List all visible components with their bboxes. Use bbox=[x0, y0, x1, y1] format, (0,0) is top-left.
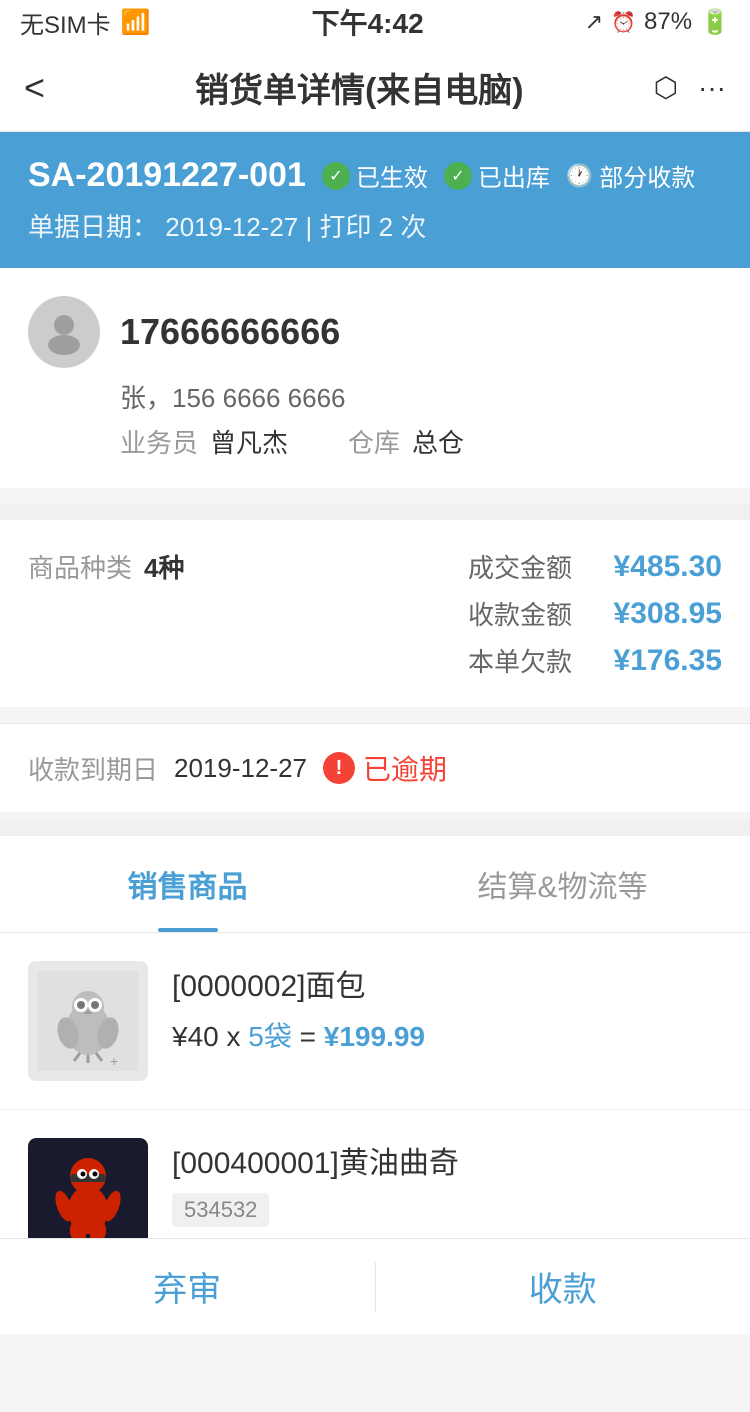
wifi-icon: 📶 bbox=[121, 8, 151, 37]
check-icon-1: ✓ bbox=[322, 162, 350, 190]
table-row: + [0000002]面包 ¥40 x 5袋 = ¥199.99 bbox=[0, 933, 750, 1110]
more-button[interactable]: ··· bbox=[698, 72, 726, 104]
alarm-icon: ⏰ bbox=[611, 10, 636, 35]
order-date-info: 单据日期： 2019-12-27 | 打印 2 次 bbox=[28, 207, 722, 244]
summary-section: 商品种类 4种 成交金额 ¥485.30 收款金额 ¥308.95 本单欠款 ¥… bbox=[0, 520, 750, 707]
product-total-1: ¥199.99 bbox=[324, 1021, 425, 1052]
product-image-1: + bbox=[28, 961, 148, 1081]
summary-right: 成交金额 ¥485.30 收款金额 ¥308.95 本单欠款 ¥176.35 bbox=[468, 548, 722, 679]
nav-actions: ⬡ ··· bbox=[654, 71, 726, 104]
divider-3 bbox=[0, 820, 750, 836]
summary-row: 商品种类 4种 成交金额 ¥485.30 收款金额 ¥308.95 本单欠款 ¥… bbox=[28, 548, 722, 679]
status-time: 下午4:42 bbox=[312, 2, 424, 42]
product-name-1: [0000002]面包 bbox=[172, 961, 722, 1005]
nav-bar: < 销货单详情(来自电脑) ⬡ ··· bbox=[0, 44, 750, 132]
product-name-2: [000400001]黄油曲奇 bbox=[172, 1138, 722, 1182]
tab-settlement[interactable]: 结算&物流等 bbox=[375, 836, 750, 932]
battery-icon: 🔋 bbox=[700, 8, 730, 37]
cancel-button[interactable]: 弃审 bbox=[0, 1262, 375, 1311]
confirm-button[interactable]: 收款 bbox=[376, 1262, 750, 1311]
clock-icon: 🕐 bbox=[566, 163, 593, 189]
avatar bbox=[28, 296, 100, 368]
product-sku-2: 534532 bbox=[172, 1193, 269, 1227]
debt-amount: 本单欠款 ¥176.35 bbox=[468, 642, 722, 679]
warehouse-meta: 仓库 总仓 bbox=[348, 423, 464, 460]
status-shipped: ✓ 已出库 bbox=[444, 158, 550, 193]
tabs-section: 销售商品 结算&物流等 bbox=[0, 836, 750, 933]
back-button[interactable]: < bbox=[24, 67, 45, 109]
product-info-1: [0000002]面包 ¥40 x 5袋 = ¥199.99 bbox=[172, 961, 722, 1055]
overdue-text: 已逾期 bbox=[363, 748, 447, 788]
customer-phone: 17666666666 bbox=[120, 311, 340, 353]
page-title: 销货单详情(来自电脑) bbox=[65, 63, 654, 112]
status-partial: 🕐 部分收款 bbox=[566, 158, 695, 193]
due-section: 收款到期日 2019-12-27 ! 已逾期 bbox=[0, 724, 750, 812]
customer-row: 17666666666 bbox=[28, 296, 722, 368]
order-id: SA-20191227-001 bbox=[28, 156, 306, 195]
tab-sales-products[interactable]: 销售商品 bbox=[0, 836, 375, 932]
summary-left: 商品种类 4种 bbox=[28, 548, 184, 585]
customer-meta: 业务员 曾凡杰 仓库 总仓 bbox=[120, 423, 722, 460]
customer-name-phone: 张，156 6666 6666 bbox=[120, 378, 722, 415]
product-qty-1: 5袋 bbox=[248, 1021, 292, 1052]
svg-text:+: + bbox=[110, 1053, 118, 1069]
status-bar: 无SIM卡 📶 下午4:42 ↗ ⏰ 87% 🔋 bbox=[0, 0, 750, 44]
deal-amount: 成交金额 ¥485.30 bbox=[468, 548, 722, 585]
order-header: SA-20191227-001 ✓ 已生效 ✓ 已出库 🕐 部分收款 单据日期：… bbox=[0, 132, 750, 268]
staff-meta: 业务员 曾凡杰 bbox=[120, 423, 288, 460]
customer-section: 17666666666 张，156 6666 6666 业务员 曾凡杰 仓库 总… bbox=[0, 268, 750, 488]
product-price-1: ¥40 x 5袋 = ¥199.99 bbox=[172, 1015, 722, 1055]
bottom-bar: 弃审 收款 bbox=[0, 1238, 750, 1334]
signal-text: 无SIM卡 bbox=[20, 5, 111, 40]
receive-amount: 收款金额 ¥308.95 bbox=[468, 595, 722, 632]
divider-1 bbox=[0, 504, 750, 520]
location-icon: ↗ bbox=[585, 9, 603, 35]
overdue-badge: ! 已逾期 bbox=[323, 748, 447, 788]
battery-text: 87% bbox=[644, 8, 692, 36]
status-effective: ✓ 已生效 bbox=[322, 158, 428, 193]
check-icon-2: ✓ bbox=[444, 162, 472, 190]
share-button[interactable]: ⬡ bbox=[654, 71, 678, 104]
status-left: 无SIM卡 📶 bbox=[20, 5, 151, 40]
overdue-icon: ! bbox=[323, 752, 355, 784]
status-right: ↗ ⏰ 87% 🔋 bbox=[585, 8, 730, 37]
